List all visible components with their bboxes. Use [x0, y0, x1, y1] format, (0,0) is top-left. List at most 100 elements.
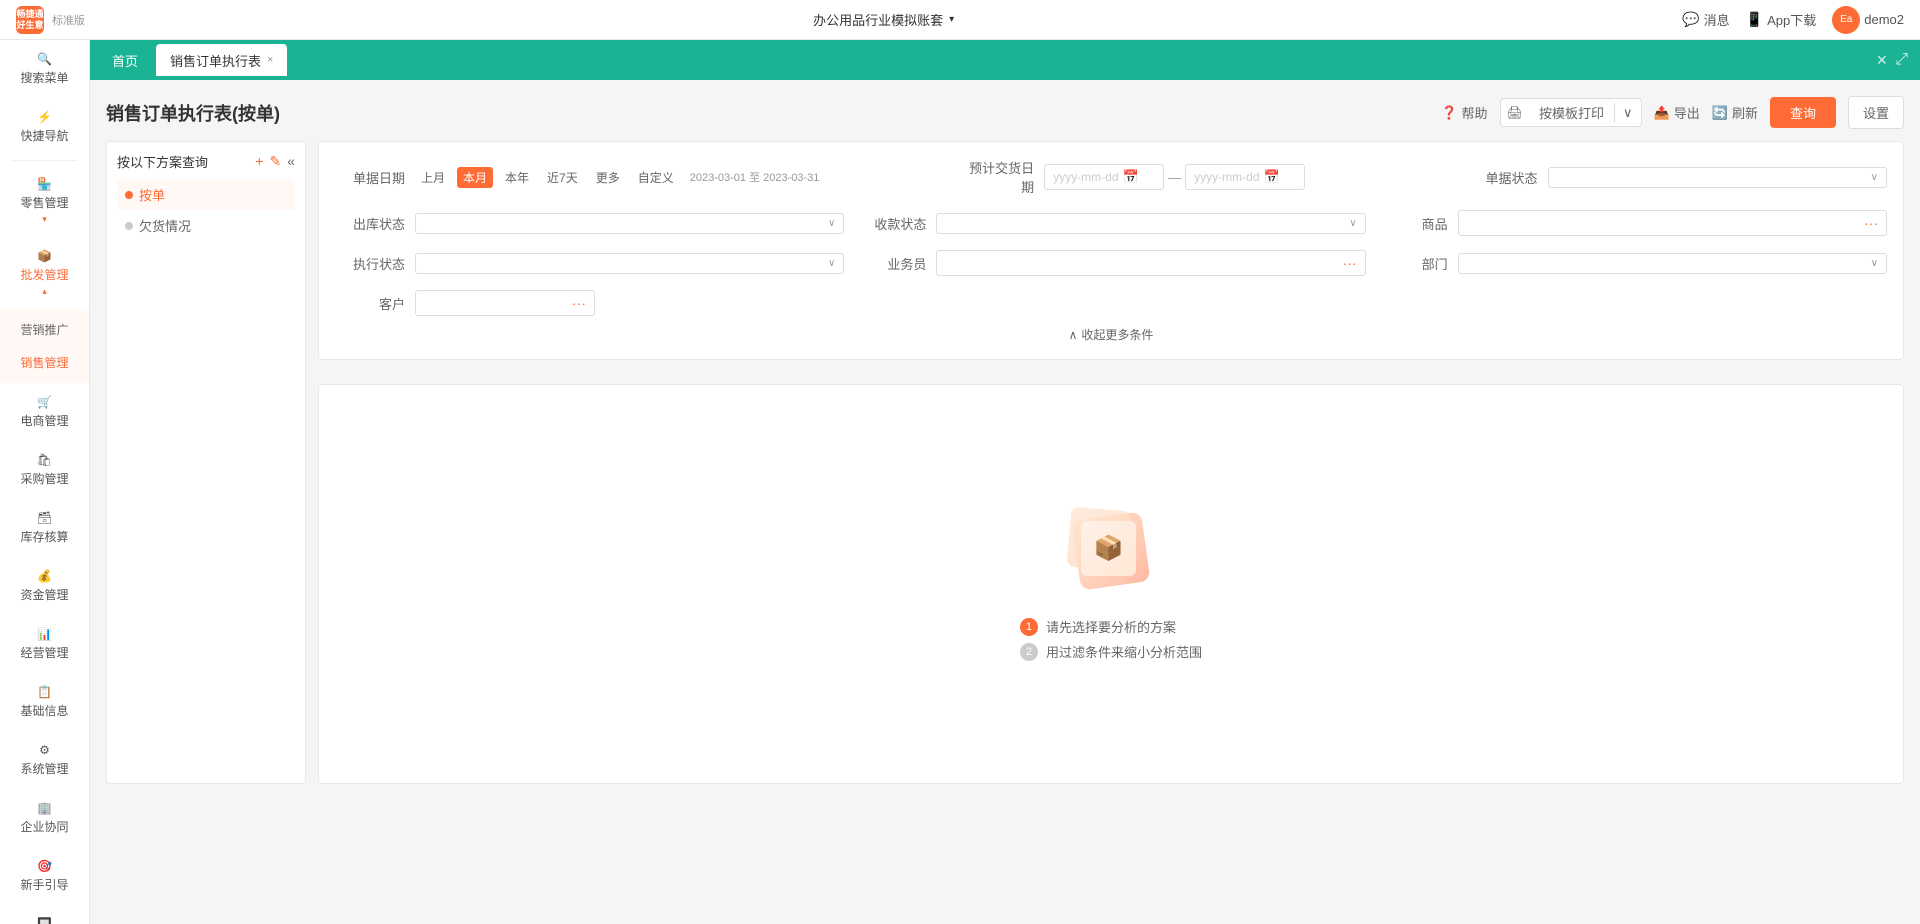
scheme-edit-btn[interactable]: ✎	[269, 153, 281, 170]
sidebar-item-ecommerce[interactable]: 🛒 电商管理	[0, 383, 89, 441]
app-download-btn[interactable]: 📱 App下载	[1746, 10, 1817, 29]
collapse-row: ∧ 收起更多条件	[335, 326, 1887, 343]
scheme-panel: 按以下方案查询 + ✎ « 按单 欠货情况	[106, 141, 306, 784]
user-area[interactable]: Ea demo2	[1832, 6, 1904, 34]
goods-cell: 商品 ···	[1378, 210, 1887, 236]
scheme-collapse-btn[interactable]: «	[287, 153, 295, 170]
sidebar-item-operations[interactable]: 📊 经营管理	[0, 615, 89, 673]
message-btn[interactable]: 💬 消息	[1682, 10, 1729, 29]
tab-bar-actions: × ⤢	[1877, 50, 1920, 71]
date-range-display: 2023-03-01 至 2023-03-31	[690, 169, 820, 185]
date-btn-custom[interactable]: 自定义	[632, 167, 680, 188]
sidebar-item-purchase[interactable]: 🛍 采购管理	[0, 441, 89, 499]
wholesale-icon: 📦	[37, 249, 52, 263]
export-label: 导出	[1674, 103, 1700, 122]
export-btn[interactable]: 📤 导出	[1654, 103, 1700, 122]
customer-input[interactable]: ···	[415, 290, 595, 316]
sidebar-item-inventory[interactable]: 🗃 库存核算	[0, 499, 89, 557]
date-btn-7days[interactable]: 近7天	[541, 167, 584, 188]
app-logo: 畅捷通好生意	[16, 6, 44, 34]
sidebar-label-quicknav: 快捷导航	[20, 127, 68, 144]
date-dash: —	[1168, 170, 1181, 185]
customer-label: 客户	[335, 294, 415, 313]
dept-select[interactable]: ∨	[1458, 253, 1887, 274]
enterprise-icon: 🏢	[37, 801, 52, 815]
sidebar-item-appcenter[interactable]: 🔲 应用中心	[0, 905, 89, 924]
print-dropdown-arrow[interactable]: ∨	[1615, 101, 1641, 125]
sidebar-label-newbie: 新手引导	[20, 876, 68, 893]
sidebar-label-finance: 资金管理	[20, 586, 68, 603]
page-title: 销售订单执行表(按单)	[106, 100, 280, 126]
logo-text-area: 标准版	[52, 12, 85, 28]
sidebar-item-newbie[interactable]: 🎯 新手引导	[0, 847, 89, 905]
expected-date-from[interactable]: yyyy-mm-dd 📅	[1044, 164, 1164, 190]
tab-sales-order[interactable]: 销售订单执行表 ×	[156, 44, 287, 76]
scheme-item-order[interactable]: 按单	[117, 179, 295, 210]
date-btn-lastmonth[interactable]: 上月	[415, 167, 451, 188]
company-selector[interactable]: 办公用品行业模拟账套 ▾	[813, 10, 954, 29]
stock-status-cell: 出库状态 ∨	[335, 210, 844, 236]
filter-row-3: 执行状态 ∨ 业务员 ···	[335, 250, 1887, 276]
salesperson-cell: 业务员 ···	[856, 250, 1365, 276]
salesperson-label: 业务员	[856, 254, 936, 273]
goods-input[interactable]: ···	[1458, 210, 1887, 236]
stock-status-arrow: ∨	[828, 218, 835, 229]
salesperson-input[interactable]: ···	[936, 250, 1365, 276]
empty-state: 📦 1 请先选择要分析的方案 2 用过滤条件来缩小分析范围	[1020, 501, 1202, 667]
settings-button[interactable]: 设置	[1848, 96, 1904, 129]
payment-status-select[interactable]: ∨	[936, 213, 1365, 234]
dept-arrow: ∨	[1871, 258, 1878, 269]
sidebar-item-wholesale[interactable]: 📦 批发管理 ▴	[0, 237, 89, 309]
scheme-item-shortage[interactable]: 欠货情况	[117, 210, 295, 241]
basic-icon: 📋	[37, 685, 52, 699]
sidebar-item-quicknav[interactable]: ⚡ 快捷导航	[0, 98, 89, 156]
tab-home-label: 首页	[112, 51, 138, 70]
filter-data-col: 单据日期 上月 本月 本年 近7天 更多 自定义 2023-03-01 至 20…	[318, 141, 1904, 784]
top-bar: 畅捷通好生意 标准版 办公用品行业模拟账套 ▾ 💬 消息 📱 App下载 Ea …	[0, 0, 1920, 40]
refresh-btn[interactable]: 🔄 刷新	[1712, 103, 1758, 122]
dept-label: 部门	[1378, 254, 1458, 273]
query-button[interactable]: 查询	[1770, 97, 1836, 128]
finance-icon: 💰	[37, 569, 52, 583]
sidebar-item-search[interactable]: 🔍 搜索菜单	[0, 40, 89, 98]
collapse-btn[interactable]: ∧ 收起更多条件	[1069, 326, 1154, 343]
message-label: 消息	[1704, 10, 1730, 29]
date-btn-thisyear[interactable]: 本年	[499, 167, 535, 188]
user-avatar: Ea	[1832, 6, 1860, 34]
scheme-add-btn[interactable]: +	[255, 153, 263, 170]
customer-dots: ···	[572, 295, 586, 311]
stock-status-label: 出库状态	[335, 214, 415, 233]
message-icon: 💬	[1682, 11, 1699, 28]
print-icon: 🖨	[1501, 101, 1530, 125]
sidebar-item-enterprise[interactable]: 🏢 企业协同	[0, 789, 89, 847]
sidebar-item-system[interactable]: ⚙ 系统管理	[0, 731, 89, 789]
sidebar-item-marketing[interactable]: 营销推广	[0, 313, 89, 346]
sidebar-item-sales-mgmt[interactable]: 销售管理	[0, 346, 89, 379]
scheme-item-label-1: 欠货情况	[139, 216, 191, 235]
goods-dots: ···	[1864, 215, 1878, 231]
sidebar-item-retail[interactable]: 🏪 零售管理 ▾	[0, 165, 89, 237]
status-select[interactable]: ∨	[1548, 167, 1887, 188]
stock-status-select[interactable]: ∨	[415, 213, 844, 234]
help-btn[interactable]: ❓ 帮助	[1441, 103, 1487, 122]
date-btn-more[interactable]: 更多	[590, 167, 626, 188]
help-label: 帮助	[1462, 103, 1488, 122]
wholesale-submenu: 营销推广 销售管理	[0, 309, 89, 383]
tab-close-icon[interactable]: ×	[267, 54, 273, 66]
expected-date-to[interactable]: yyyy-mm-dd 📅	[1185, 164, 1305, 190]
scheme-dot-active	[125, 191, 133, 199]
window-maximize-icon[interactable]: ⤢	[1895, 51, 1908, 69]
date-label: 单据日期	[335, 168, 415, 187]
window-close-icon[interactable]: ×	[1877, 50, 1888, 71]
export-icon: 📤	[1654, 105, 1670, 121]
step-num-1: 1	[1020, 618, 1038, 636]
company-name: 办公用品行业模拟账套	[813, 10, 943, 29]
sidebar-label-basic: 基础信息	[20, 702, 68, 719]
system-icon: ⚙	[39, 743, 50, 757]
print-label[interactable]: 按模板打印	[1529, 99, 1614, 126]
sidebar-item-basic[interactable]: 📋 基础信息	[0, 673, 89, 731]
tab-home[interactable]: 首页	[98, 44, 152, 76]
exec-status-select[interactable]: ∨	[415, 253, 844, 274]
date-btn-thismonth[interactable]: 本月	[457, 167, 493, 188]
sidebar-item-finance[interactable]: 💰 资金管理	[0, 557, 89, 615]
